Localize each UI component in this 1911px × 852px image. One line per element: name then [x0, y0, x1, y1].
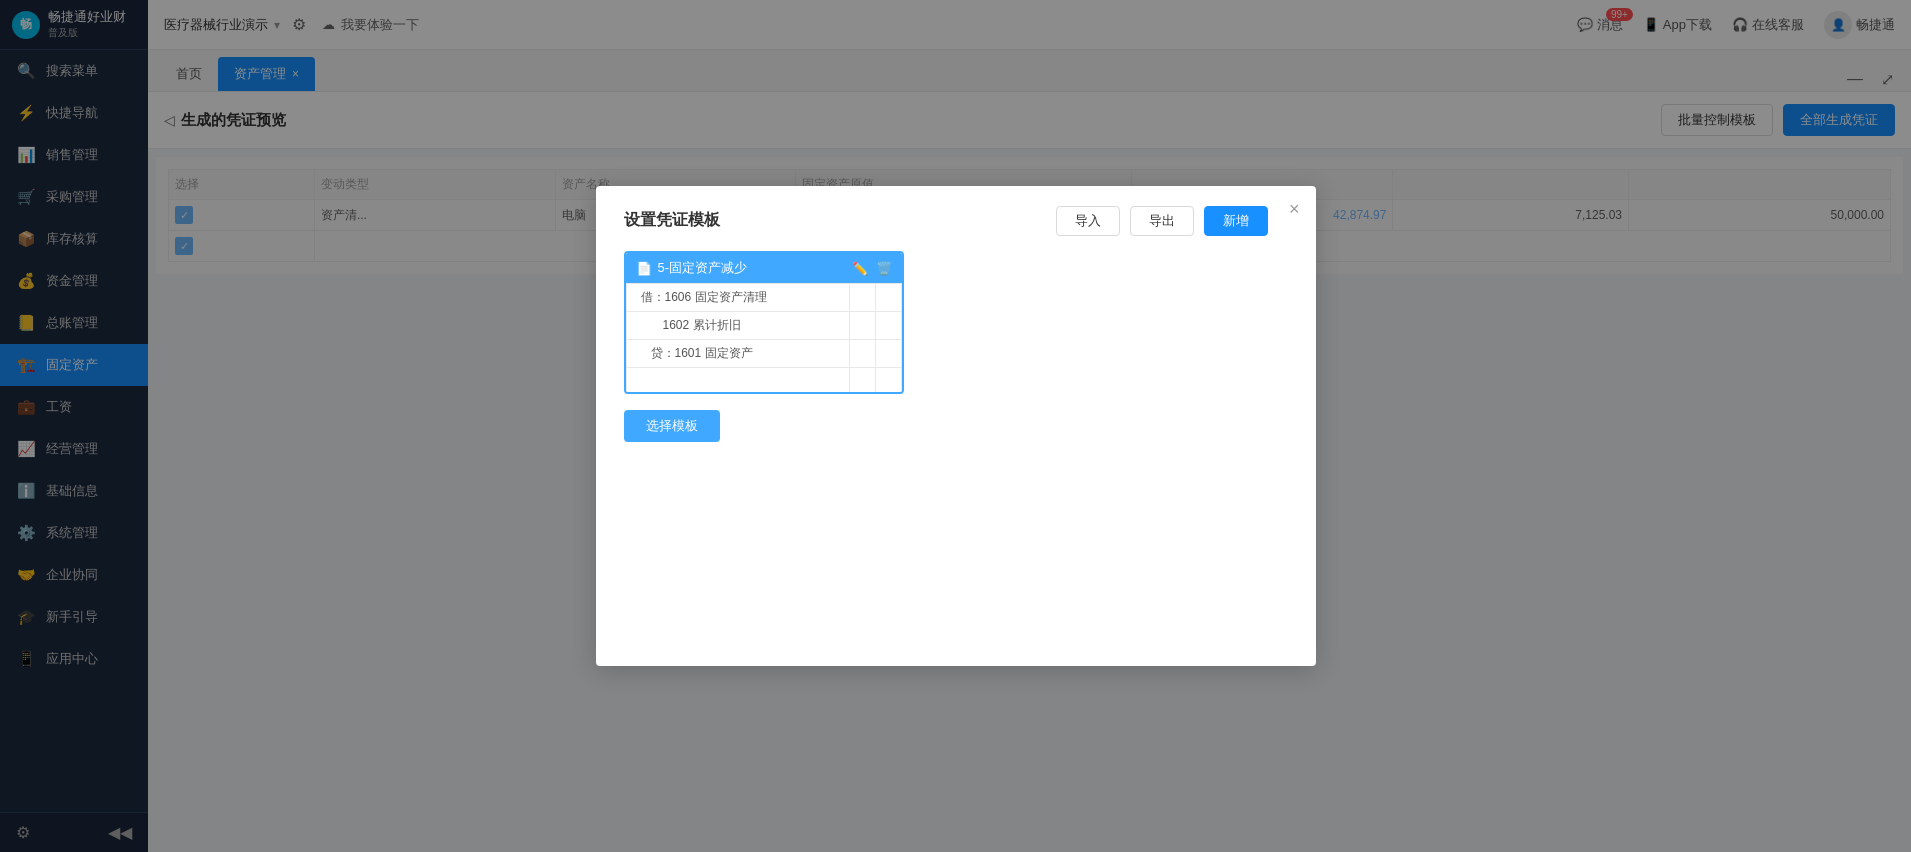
choose-template-btn[interactable]: 选择模板	[624, 410, 720, 442]
template-delete-icon[interactable]: 🗑️	[876, 261, 892, 276]
template-name: 5-固定资产减少	[658, 259, 748, 277]
new-template-btn[interactable]: 新增	[1204, 206, 1268, 236]
template-table-row: 贷：1601 固定资产	[626, 340, 901, 368]
template-table: 借：1606 固定资产清理 1602 累计折旧 贷：1601 固定资产	[626, 283, 902, 392]
modal-overlay: 设置凭证模板 导入 导出 新增 × 📄 5-固定资产减少 ✏️ 🗑️	[0, 0, 1911, 852]
template-table-row: 1602 累计折旧	[626, 312, 901, 340]
modal-toolbar: 导入 导出 新增	[1056, 206, 1268, 236]
debit-prefix: 借：1606 固定资产清理	[626, 284, 850, 312]
template-card-header-actions: ✏️ 🗑️	[852, 261, 892, 276]
empty-col2	[850, 368, 876, 393]
choose-btn-area: 选择模板	[624, 410, 1288, 442]
modal-dialog: 设置凭证模板 导入 导出 新增 × 📄 5-固定资产减少 ✏️ 🗑️	[596, 186, 1316, 666]
template-card-header-left: 📄 5-固定资产减少	[636, 259, 748, 277]
debit2-amount-col1	[850, 312, 876, 340]
template-doc-icon: 📄	[636, 261, 652, 276]
template-card-body: 借：1606 固定资产清理 1602 累计折旧 贷：1601 固定资产	[626, 283, 902, 392]
template-card: 📄 5-固定资产减少 ✏️ 🗑️ 借：1606 固定资产清理	[624, 251, 904, 394]
credit-prefix: 贷：1601 固定资产	[626, 340, 850, 368]
debit2-amount-col2	[875, 312, 901, 340]
export-btn[interactable]: 导出	[1130, 206, 1194, 236]
template-container: 📄 5-固定资产减少 ✏️ 🗑️ 借：1606 固定资产清理	[624, 251, 1288, 394]
empty-col1	[626, 368, 850, 393]
template-edit-icon[interactable]: ✏️	[852, 261, 868, 276]
modal-close-btn[interactable]: ×	[1289, 200, 1300, 218]
import-btn[interactable]: 导入	[1056, 206, 1120, 236]
template-card-header: 📄 5-固定资产减少 ✏️ 🗑️	[626, 253, 902, 283]
empty-col3	[875, 368, 901, 393]
template-table-row-empty	[626, 368, 901, 393]
debit-amount-col1	[850, 284, 876, 312]
template-table-row: 借：1606 固定资产清理	[626, 284, 901, 312]
credit-amount-col1	[850, 340, 876, 368]
debit-item2: 1602 累计折旧	[626, 312, 850, 340]
credit-amount-col2	[875, 340, 901, 368]
debit-amount-col2	[875, 284, 901, 312]
